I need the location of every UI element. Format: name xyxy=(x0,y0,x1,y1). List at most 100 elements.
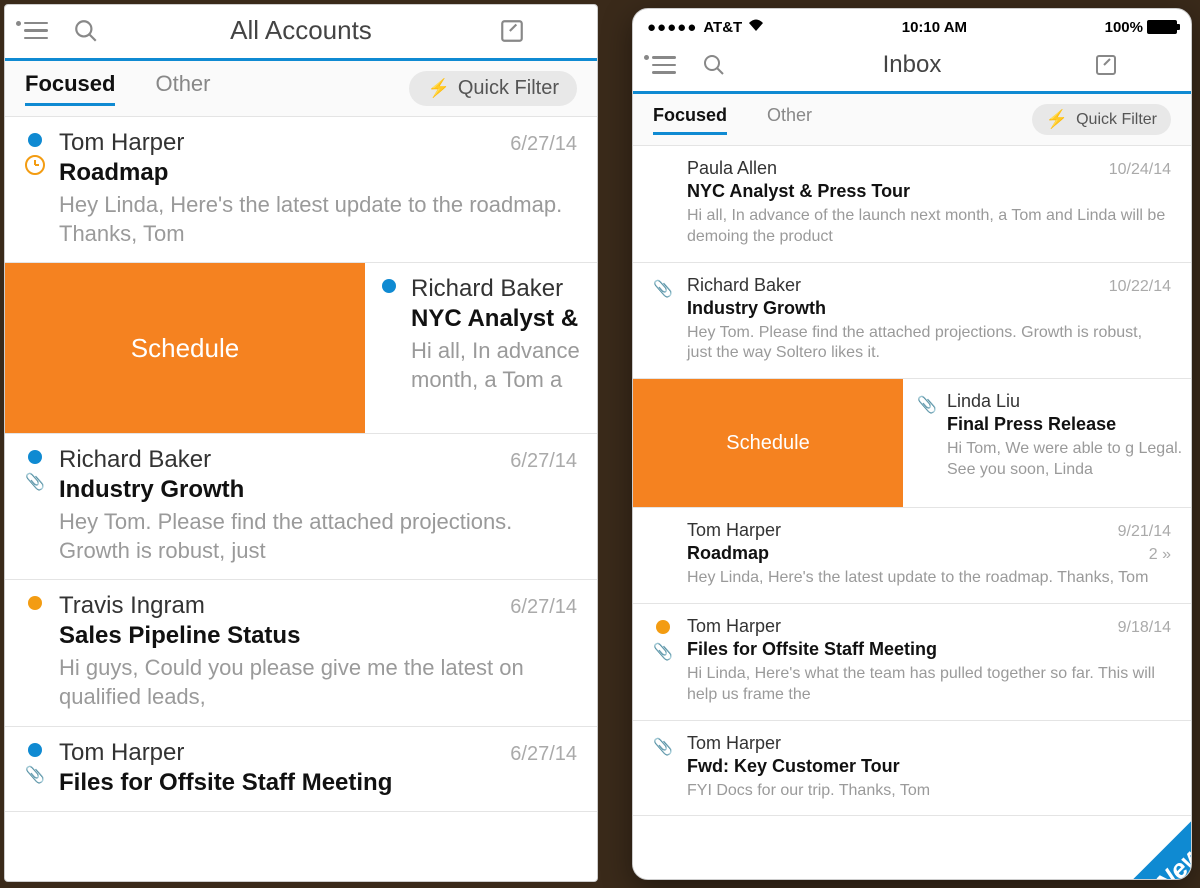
menu-icon[interactable] xyxy=(23,18,49,44)
email-row[interactable]: 📎 Richard Baker 6/27/14 Industry Growth H… xyxy=(5,434,597,580)
schedule-action[interactable]: Schedule xyxy=(5,263,365,433)
email-row[interactable]: Paula Allen 10/24/14 NYC Analyst & Press … xyxy=(633,146,1191,263)
unread-dot-icon xyxy=(28,450,42,464)
date: 10/24/14 xyxy=(1109,161,1171,179)
date: 10/22/14 xyxy=(1109,278,1171,296)
compose-icon[interactable] xyxy=(499,18,525,44)
email-row[interactable]: 📎 Tom Harper 9/18/14 Files for Offsite St… xyxy=(633,604,1191,721)
sender: Richard Baker xyxy=(687,275,801,296)
schedule-label: Schedule xyxy=(726,432,809,455)
date: 6/27/14 xyxy=(510,133,577,156)
nav-title[interactable]: All Accounts xyxy=(230,15,372,46)
date: 6/27/14 xyxy=(510,450,577,473)
attachment-icon: 📎 xyxy=(653,279,673,299)
bolt-icon: ⚡ xyxy=(427,78,449,99)
filter-row: Focused Other ⚡ Quick Filter xyxy=(5,61,597,117)
attachment-icon: 📎 xyxy=(653,737,673,757)
search-icon[interactable] xyxy=(701,52,727,78)
preview: Hey Tom. Please find the attached projec… xyxy=(59,508,577,565)
subject: Sales Pipeline Status xyxy=(59,622,577,650)
sender: Tom Harper xyxy=(59,129,184,157)
filter-row: Focused Other ⚡ Quick Filter xyxy=(633,94,1191,146)
unread-dot-icon xyxy=(656,620,670,634)
preview: Hi all, In advance month, a Tom a xyxy=(411,337,597,394)
subject: Files for Offsite Staff Meeting xyxy=(687,639,1171,660)
tab-other[interactable]: Other xyxy=(767,105,812,135)
attachment-icon: 📎 xyxy=(653,642,673,662)
tab-focused[interactable]: Focused xyxy=(653,105,727,135)
left-screenshot: All Accounts Focused Other ⚡ Quick Filte… xyxy=(4,4,598,882)
quick-filter-label: Quick Filter xyxy=(1076,111,1157,129)
nav-bar: Inbox xyxy=(633,41,1191,94)
email-row[interactable]: Tom Harper 6/27/14 Roadmap Hey Linda, Her… xyxy=(5,117,597,263)
swipe-row[interactable]: Schedule 📎 Linda Liu Final Press Release… xyxy=(633,379,1191,508)
nav-title[interactable]: Inbox xyxy=(883,51,942,79)
carrier: AT&T xyxy=(703,19,742,36)
unread-dot-icon xyxy=(28,743,42,757)
tab-focused[interactable]: Focused xyxy=(25,71,115,106)
sender: Tom Harper xyxy=(687,520,781,541)
subject: Roadmap xyxy=(59,159,577,187)
email-row[interactable]: 📎 Tom Harper6/27/14 Files for Offsite St… xyxy=(5,727,597,812)
subject: Fwd: Key Customer Tour xyxy=(687,756,1171,777)
subject: NYC Analyst & xyxy=(411,305,597,333)
quick-filter-button[interactable]: ⚡ Quick Filter xyxy=(409,71,577,106)
preview: Hi Linda, Here's what the team has pulle… xyxy=(687,664,1171,706)
right-screenshot: ●●●●● AT&T 10:10 AM 100% Inbox xyxy=(632,8,1192,880)
unread-dot-icon xyxy=(28,133,42,147)
subject: Final Press Release xyxy=(947,414,1191,435)
schedule-action[interactable]: Schedule xyxy=(633,379,903,507)
schedule-label: Schedule xyxy=(131,333,239,364)
unread-dot-icon xyxy=(28,596,42,610)
signal-icon: ●●●●● xyxy=(647,19,697,36)
subject: Industry Growth xyxy=(687,298,1171,319)
compose-icon[interactable] xyxy=(1093,52,1119,78)
bolt-icon: ⚡ xyxy=(1046,109,1068,130)
preview: Hi guys, Could you please give me the la… xyxy=(59,654,577,711)
clock-icon xyxy=(25,155,45,175)
email-list: Tom Harper 6/27/14 Roadmap Hey Linda, Her… xyxy=(5,117,597,881)
tab-other[interactable]: Other xyxy=(155,71,210,106)
clock-time: 10:10 AM xyxy=(902,19,967,36)
subject: Industry Growth xyxy=(59,476,577,504)
battery-percent: 100% xyxy=(1105,19,1143,36)
email-row[interactable]: Travis Ingram 6/27/14 Sales Pipeline Stat… xyxy=(5,580,597,726)
sender: Travis Ingram xyxy=(59,592,205,620)
email-list: Paula Allen 10/24/14 NYC Analyst & Press … xyxy=(633,146,1191,879)
subject: NYC Analyst & Press Tour xyxy=(687,181,1171,202)
unread-dot-icon xyxy=(382,279,396,293)
email-row[interactable]: 📎 Richard Baker10/22/14 Industry Growth … xyxy=(633,263,1191,380)
attachment-icon: 📎 xyxy=(25,765,45,785)
sender: Paula Allen xyxy=(687,158,777,179)
sender: Tom Harper xyxy=(687,616,781,637)
preview: FYI Docs for our trip. Thanks, Tom xyxy=(687,781,1171,802)
sender: Richard Baker xyxy=(59,446,211,474)
battery-icon xyxy=(1147,20,1177,34)
preview: Hey Linda, Here's the latest update to t… xyxy=(687,568,1171,589)
preview: Hi Tom, We were able to g Legal. See you… xyxy=(947,439,1191,481)
sender: Richard Baker xyxy=(411,275,563,303)
status-bar: ●●●●● AT&T 10:10 AM 100% xyxy=(633,9,1191,41)
date: 6/27/14 xyxy=(510,596,577,619)
email-row[interactable]: Tom Harper 9/21/14 Roadmap 2 » Hey Linda, … xyxy=(633,508,1191,604)
attachment-icon: 📎 xyxy=(25,472,45,492)
nav-bar: All Accounts xyxy=(5,5,597,61)
sender: Linda Liu xyxy=(947,391,1020,412)
wifi-icon xyxy=(748,18,764,36)
date: 9/18/14 xyxy=(1118,619,1171,637)
email-row[interactable]: 📎 Tom Harper Fwd: Key Customer Tour FYI … xyxy=(633,721,1191,817)
quick-filter-button[interactable]: ⚡ Quick Filter xyxy=(1032,104,1171,135)
menu-icon[interactable] xyxy=(651,52,677,78)
preview: Hey Linda, Here's the latest update to t… xyxy=(59,191,577,248)
sender: Tom Harper xyxy=(59,739,184,767)
search-icon[interactable] xyxy=(73,18,99,44)
preview: Hi all, In advance of the launch next mo… xyxy=(687,206,1171,248)
thread-count: 2 » xyxy=(1149,546,1171,564)
subject: Roadmap xyxy=(687,543,769,564)
date: 6/27/14 xyxy=(510,743,577,766)
sender: Tom Harper xyxy=(687,733,781,754)
swipe-row[interactable]: Schedule Richard Baker NYC Analyst & Hi … xyxy=(5,263,597,434)
attachment-icon: 📎 xyxy=(917,395,937,415)
preview: Hey Tom. Please find the attached projec… xyxy=(687,323,1171,365)
date: 9/21/14 xyxy=(1118,523,1171,541)
